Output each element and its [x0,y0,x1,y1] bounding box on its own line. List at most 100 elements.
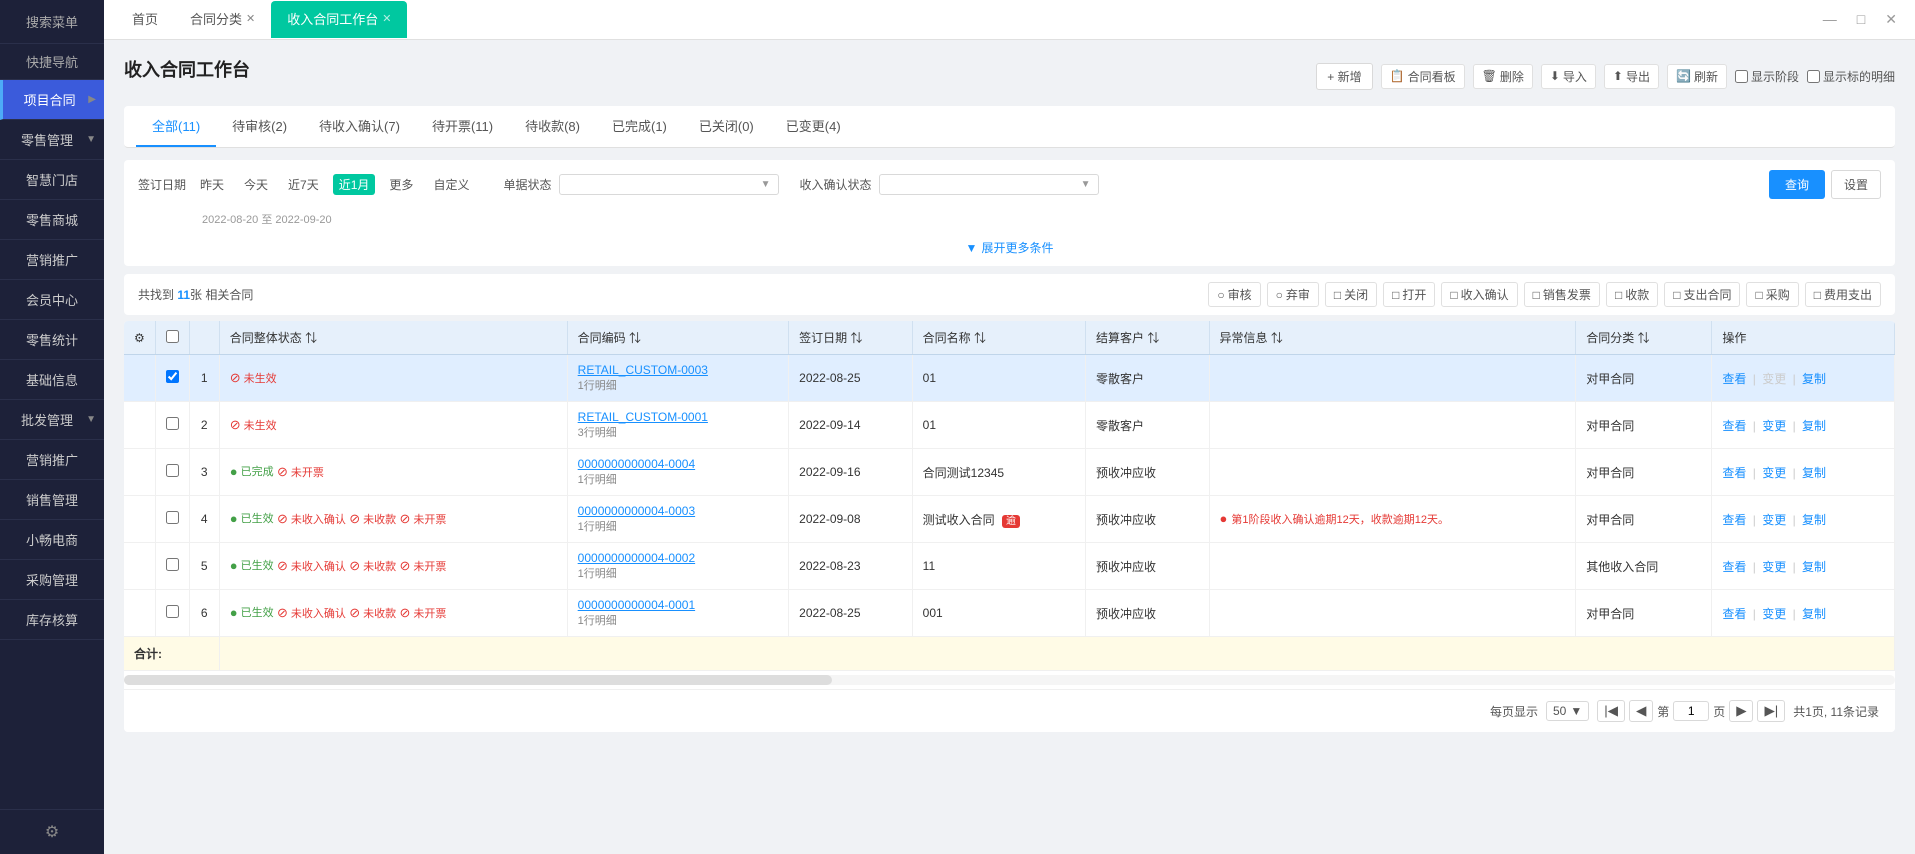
col-settings[interactable]: ⚙ [124,321,155,355]
btn-print[interactable]: □ 打开 [1383,282,1435,307]
btn-close[interactable]: □ 关闭 [1325,282,1377,307]
horizontal-scrollbar[interactable] [124,675,1895,685]
row2-checkbox[interactable] [155,402,189,449]
btn-expense[interactable]: □ 费用支出 [1805,282,1881,307]
row4-copy-btn[interactable]: 复制 [1802,513,1826,527]
btn-purchase[interactable]: □ 采购 [1746,282,1798,307]
sidebar-item-ecommerce[interactable]: 小畅电商 [0,520,104,560]
date-opt-today[interactable]: 今天 [238,174,274,195]
chk-show-marks[interactable]: 显示标的明细 [1807,68,1895,85]
row5-view-btn[interactable]: 查看 [1722,560,1746,574]
filter-tab-completed[interactable]: 已完成(1) [596,106,683,147]
date-opt-last7[interactable]: 近7天 [282,174,325,195]
filter-tab-closed[interactable]: 已关闭(0) [683,106,770,147]
doc-status-select[interactable]: ▼ [559,174,779,195]
row1-checkbox[interactable] [155,355,189,402]
settings-icon[interactable]: ⚙ [0,809,104,854]
filter-tab-changed[interactable]: 已变更(4) [770,106,857,147]
col-sign-date[interactable]: 签订日期 ⇅ [789,321,913,355]
tab-close-contract-cat[interactable]: ✕ [246,12,255,25]
sidebar-item-project[interactable]: 项目合同 ▶ [0,80,104,120]
date-opt-yesterday[interactable]: 昨天 [194,174,230,195]
col-contract-category[interactable]: 合同分类 ⇅ [1576,321,1712,355]
first-page-btn[interactable]: |◀ [1597,700,1625,722]
row4-expand[interactable] [124,496,155,543]
chk-show-stages[interactable]: 显示阶段 [1735,68,1799,85]
filter-tab-pending-receipt[interactable]: 待收款(8) [509,106,596,147]
btn-abandon[interactable]: ○ 弃审 [1267,282,1319,307]
sidebar-item-retail-commerce[interactable]: 零售商城 [0,200,104,240]
row3-checkbox[interactable] [155,449,189,496]
window-close[interactable]: ✕ [1879,9,1903,30]
row6-edit-btn[interactable]: 变更 [1762,607,1786,621]
row6-expand[interactable] [124,590,155,637]
btn-query[interactable]: 查询 [1769,170,1825,199]
row5-edit-btn[interactable]: 变更 [1762,560,1786,574]
btn-review[interactable]: ○ 审核 [1208,282,1260,307]
row6-checkbox[interactable] [155,590,189,637]
col-contract-name[interactable]: 合同名称 ⇅ [912,321,1085,355]
row3-expand[interactable] [124,449,155,496]
prev-page-btn[interactable]: ◀ [1629,700,1653,722]
tab-home[interactable]: 首页 [116,1,174,38]
row2-edit-btn[interactable]: 变更 [1762,419,1786,433]
btn-receipt[interactable]: □ 收款 [1606,282,1658,307]
sidebar-quick-nav[interactable]: 快捷导航 [0,44,104,80]
page-size-select[interactable]: 50 ▼ [1546,701,1589,721]
expand-conditions-btn[interactable]: ▼ 展开更多条件 [966,239,1054,256]
row6-copy-btn[interactable]: 复制 [1802,607,1826,621]
row5-copy-btn[interactable]: 复制 [1802,560,1826,574]
row5-code-link[interactable]: 0000000000004-0002 [578,551,778,565]
sidebar-item-member[interactable]: 会员中心 [0,280,104,320]
btn-new[interactable]: + 新增 [1316,63,1372,90]
sidebar-item-marketing2[interactable]: 营销推广 [0,440,104,480]
date-opt-more[interactable]: 更多 [383,174,419,195]
tab-contract-cat[interactable]: 合同分类 ✕ [174,1,271,38]
date-opt-custom[interactable]: 自定义 [427,174,475,195]
row6-code-link[interactable]: 0000000000004-0001 [578,598,778,612]
col-checkbox[interactable] [155,321,189,355]
btn-payout[interactable]: □ 支出合同 [1664,282,1740,307]
sidebar-item-retail-stats[interactable]: 零售统计 [0,320,104,360]
row1-view-btn[interactable]: 查看 [1722,372,1746,386]
row4-code-link[interactable]: 0000000000004-0003 [578,504,778,518]
row3-copy-btn[interactable]: 复制 [1802,466,1826,480]
sidebar-item-inventory[interactable]: 库存核算 [0,600,104,640]
btn-setting[interactable]: 设置 [1831,170,1881,199]
row4-edit-btn[interactable]: 变更 [1762,513,1786,527]
window-maximize[interactable]: □ [1851,9,1871,30]
row5-checkbox[interactable] [155,543,189,590]
tab-income-contract[interactable]: 收入合同工作台 ✕ [271,1,407,38]
row3-code-link[interactable]: 0000000000004-0004 [578,457,778,471]
btn-sales-invoice[interactable]: □ 销售发票 [1524,282,1600,307]
income-confirm-select[interactable]: ▼ [879,174,1099,195]
filter-tab-pending-invoice[interactable]: 待开票(11) [416,106,509,147]
sidebar-item-retail-mgmt[interactable]: 零售管理 ▼ [0,120,104,160]
col-overall-status[interactable]: 合同整体状态 ⇅ [219,321,567,355]
filter-tab-pending-income[interactable]: 待收入确认(7) [303,106,416,147]
date-opt-last1month[interactable]: 近1月 [333,174,376,195]
filter-tab-all[interactable]: 全部(11) [136,106,216,147]
sidebar-search[interactable]: 搜索菜单 [0,0,104,44]
select-all-checkbox[interactable] [166,330,179,343]
sidebar-item-marketing[interactable]: 营销推广 [0,240,104,280]
row1-expand[interactable] [124,355,155,402]
sidebar-item-smart-store[interactable]: 智慧门店 [0,160,104,200]
btn-import[interactable]: ⬇ 导入 [1541,64,1596,89]
row6-view-btn[interactable]: 查看 [1722,607,1746,621]
btn-income-confirm[interactable]: □ 收入确认 [1441,282,1517,307]
filter-tab-pending-review[interactable]: 待审核(2) [216,106,303,147]
row4-checkbox[interactable] [155,496,189,543]
row1-copy-btn[interactable]: 复制 [1802,372,1826,386]
row3-edit-btn[interactable]: 变更 [1762,466,1786,480]
chk-marks-input[interactable] [1807,70,1820,83]
row2-code-link[interactable]: RETAIL_CUSTOM-0001 [578,410,778,424]
page-number-input[interactable] [1673,701,1709,721]
tab-close-income-contract[interactable]: ✕ [382,12,391,25]
col-settlement-customer[interactable]: 结算客户 ⇅ [1085,321,1209,355]
chk-stages-input[interactable] [1735,70,1748,83]
sidebar-item-purchase[interactable]: 采购管理 [0,560,104,600]
sidebar-item-sales[interactable]: 销售管理 [0,480,104,520]
row2-view-btn[interactable]: 查看 [1722,419,1746,433]
row2-expand[interactable] [124,402,155,449]
